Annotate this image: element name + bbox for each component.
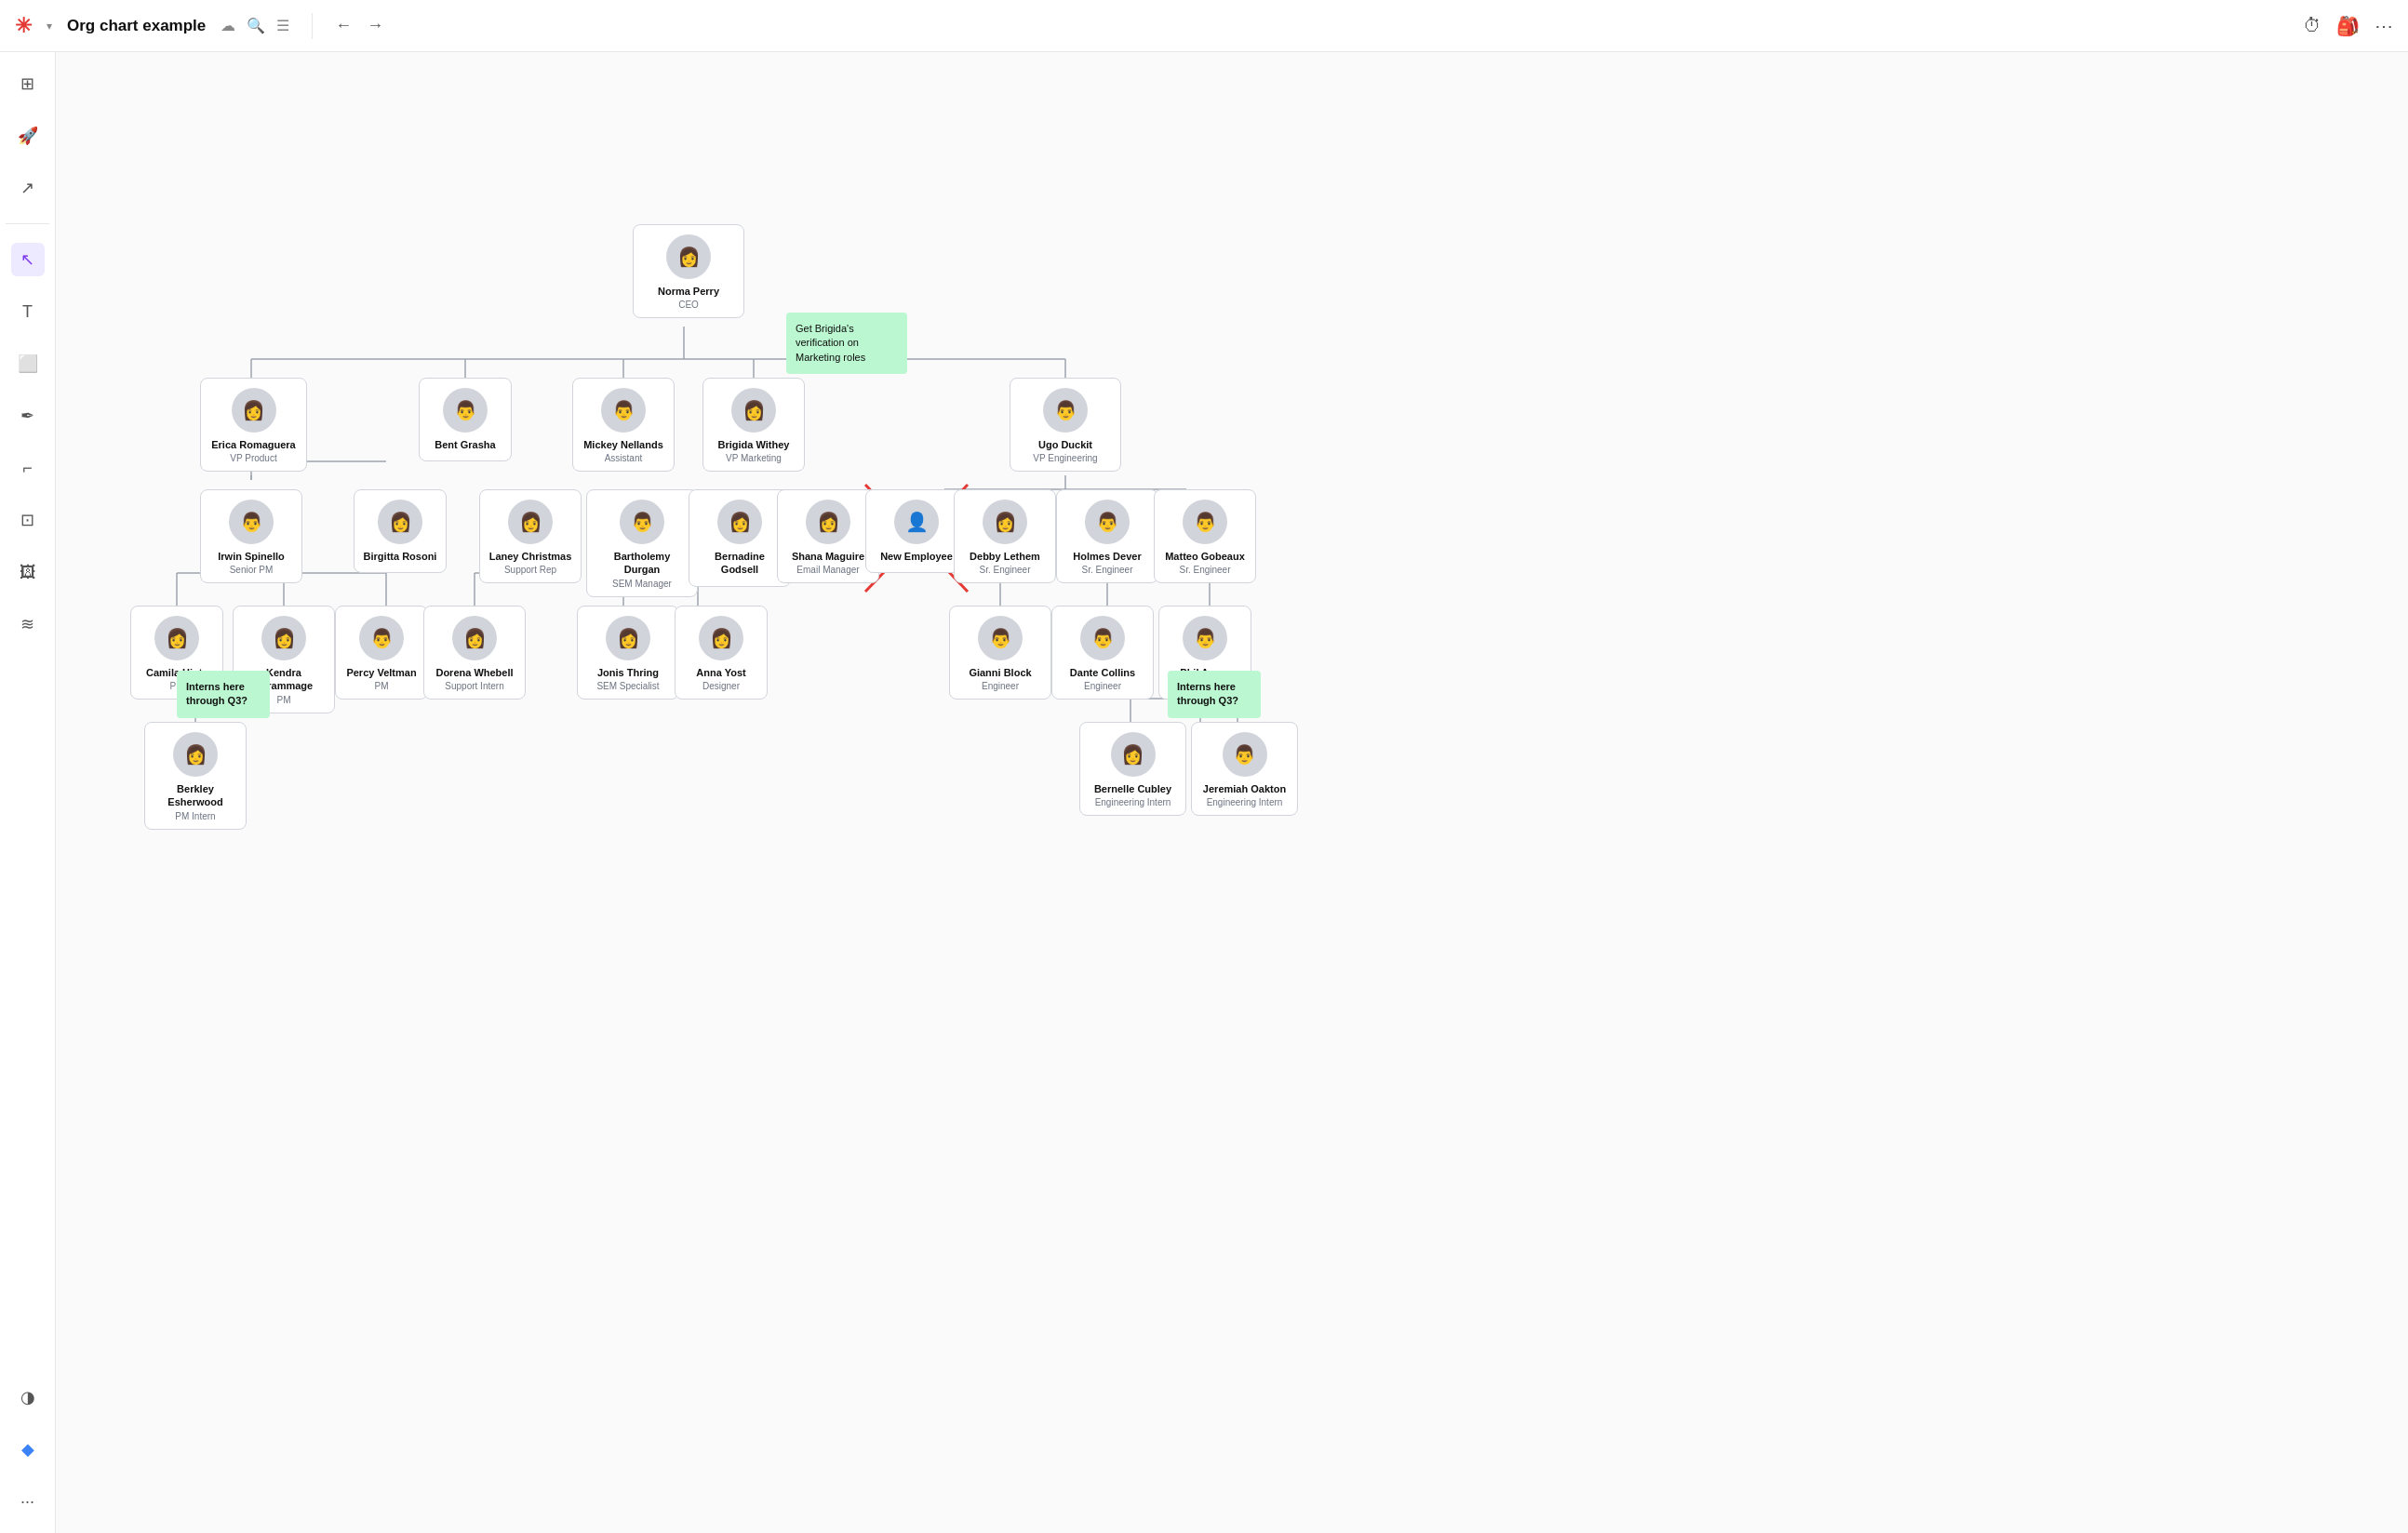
undo-button[interactable]: ← (335, 16, 352, 35)
present-icon[interactable]: 🎒 (2336, 15, 2360, 37)
app-title: Org chart example (67, 17, 206, 35)
search-icon[interactable]: 🔍 (247, 17, 265, 34)
cloud-icon[interactable]: ☁ (221, 17, 235, 34)
nav-icons: ← → (335, 16, 383, 35)
topbar: ✳ ▾ Org chart example ☁ 🔍 ☰ ← → ⏱ 🎒 ⋯ (0, 0, 2408, 52)
redo-button[interactable]: → (367, 16, 383, 35)
logo-dropdown-arrow[interactable]: ▾ (47, 20, 52, 33)
app-logo: ✳ (15, 14, 32, 38)
more-options-icon[interactable]: ⋯ (2375, 15, 2393, 37)
toolbar-icons: ☁ 🔍 ☰ (221, 17, 289, 34)
right-icons: ⏱ 🎒 ⋯ (2303, 15, 2393, 37)
timer-icon[interactable]: ⏱ (2303, 15, 2321, 37)
menu-icon[interactable]: ☰ (276, 17, 289, 34)
